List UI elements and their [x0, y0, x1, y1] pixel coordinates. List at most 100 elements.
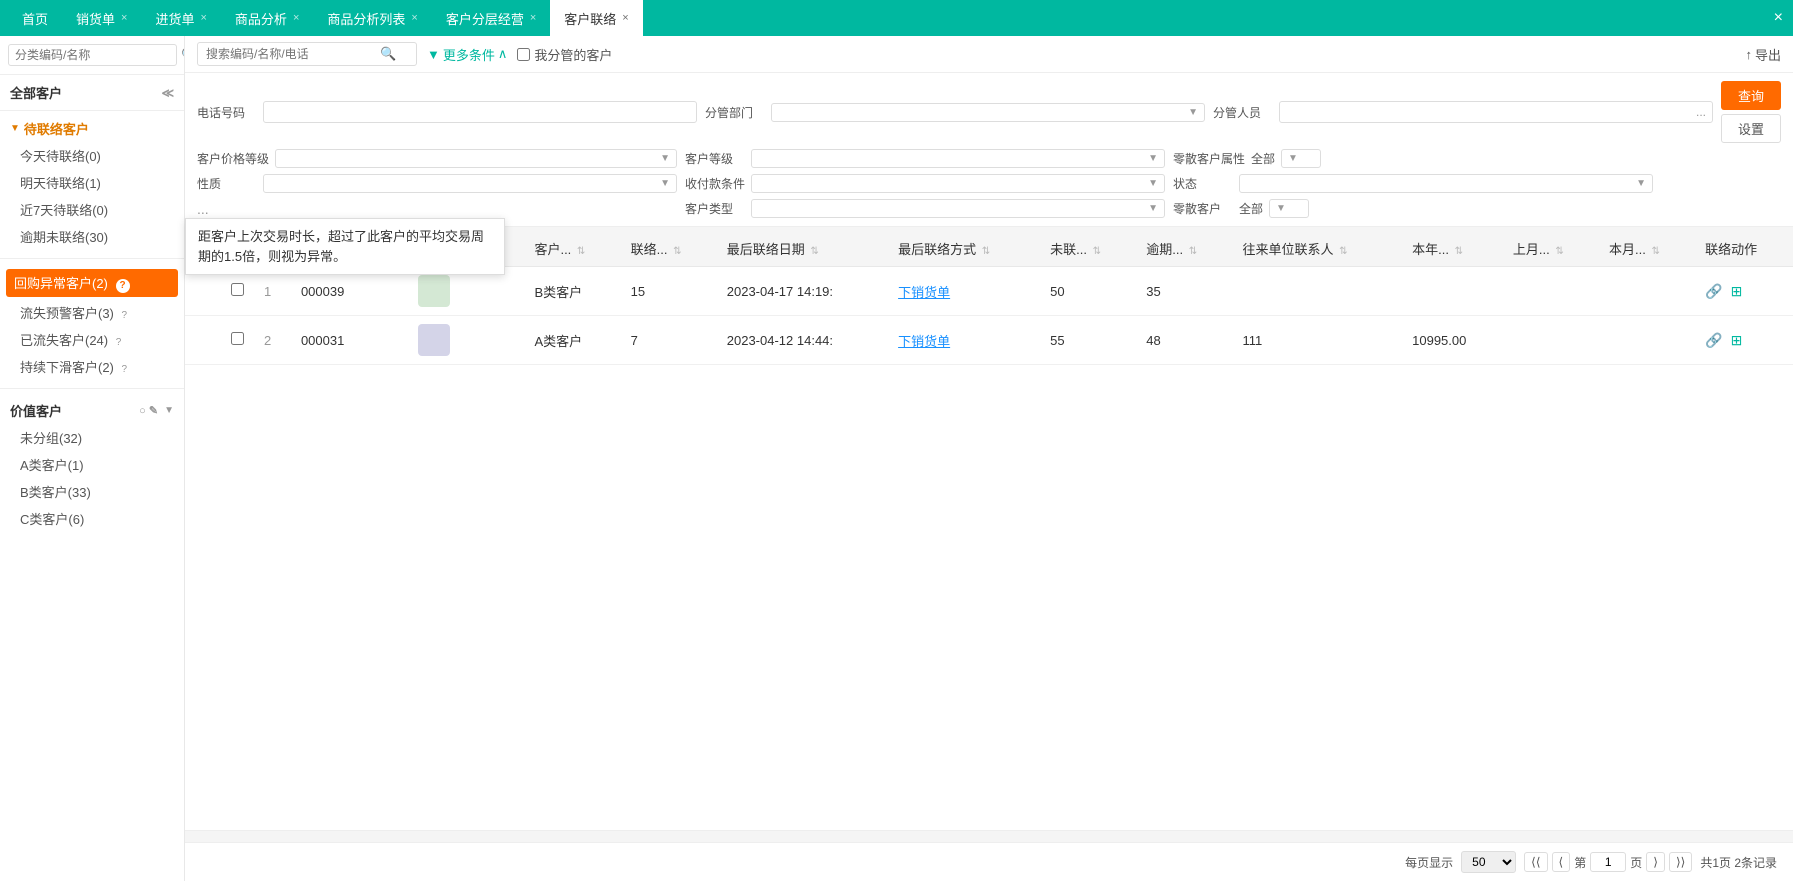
person-select[interactable]: ...: [1279, 101, 1713, 123]
sidebar-item-7days[interactable]: 近7天待联络(0): [0, 196, 184, 223]
row-actions: 🔗 ⊞: [1695, 316, 1793, 365]
nav-product-analysis-list[interactable]: 商品分析列表 ×: [313, 0, 431, 36]
price-level-select[interactable]: ▼: [275, 149, 677, 168]
gender-select[interactable]: ▼: [263, 174, 677, 193]
row-this-month: [1599, 267, 1695, 316]
action-grid-icon[interactable]: ⊞: [1731, 332, 1743, 349]
main-layout: 🔍 全部客户 ≪ ▼ 待联络客户 今天待联络(0) 明天待联络(1) 近7天待联…: [0, 36, 1793, 881]
close-product-analysis-tab[interactable]: ×: [293, 12, 299, 24]
col-action: 联络动作: [1695, 231, 1793, 267]
action-link-icon[interactable]: 🔗: [1705, 332, 1722, 349]
last-method-link[interactable]: 下销货单: [898, 285, 950, 300]
nav-customer-segment[interactable]: 客户分层经营 ×: [432, 0, 550, 36]
col-last-date[interactable]: 最后联络日期 ⇅: [717, 231, 888, 267]
col-contact[interactable]: 联络... ⇅: [621, 231, 717, 267]
last-method-link[interactable]: 下销货单: [898, 334, 950, 349]
row-checkbox[interactable]: [231, 332, 244, 345]
action-link-icon[interactable]: 🔗: [1705, 283, 1722, 300]
sidebar-item-repurchase[interactable]: 回购异常客户(2) ?: [6, 269, 178, 297]
nav-customer-contact[interactable]: 客户联络 ×: [550, 0, 642, 36]
close-sales-tab[interactable]: ×: [121, 12, 127, 24]
search-input-wrap: 🔍: [197, 42, 417, 66]
row-last-method: 下销货单: [888, 316, 1040, 365]
search-icon[interactable]: 🔍: [380, 46, 396, 62]
repurchase-info-icon: ?: [116, 279, 130, 293]
sidebar-item-a-class[interactable]: A类客户(1): [0, 451, 184, 478]
close-purchase-tab[interactable]: ×: [200, 12, 206, 24]
sidebar-item-today[interactable]: 今天待联络(0): [0, 142, 184, 169]
sidebar-item-c-class[interactable]: C类客户(6): [0, 505, 184, 532]
sidebar-search-input[interactable]: [8, 44, 177, 66]
row-overdue: 35: [1136, 267, 1232, 316]
close-customer-contact-tab[interactable]: ×: [622, 12, 628, 24]
col-unpaid[interactable]: 未联... ⇅: [1040, 231, 1136, 267]
row-level: A类客户: [524, 316, 620, 365]
customer-type-select[interactable]: ▼: [751, 199, 1165, 218]
nav-home[interactable]: 首页: [8, 0, 62, 36]
prev-page-btn[interactable]: ⟨: [1552, 852, 1571, 872]
row-checkbox[interactable]: [231, 283, 244, 296]
row-contact-person: [1232, 267, 1402, 316]
close-customer-segment-tab[interactable]: ×: [530, 12, 536, 24]
query-button[interactable]: 查询: [1721, 81, 1781, 110]
sidebar-collapse-btn[interactable]: ≪: [161, 86, 174, 100]
action-grid-icon[interactable]: ⊞: [1731, 283, 1743, 300]
row-this-year: 10995.00: [1402, 316, 1503, 365]
row-last-month: [1503, 316, 1599, 365]
next-page-btn[interactable]: ⟩: [1646, 852, 1665, 872]
value-group-title[interactable]: 价值客户 ○ ✎ ▼: [0, 397, 184, 424]
nav-sales[interactable]: 销货单 ×: [62, 0, 141, 36]
nav-product-analysis[interactable]: 商品分析 ×: [221, 0, 313, 36]
col-last-month[interactable]: 上月... ⇅: [1503, 231, 1599, 267]
customer-level-select[interactable]: ▼: [751, 149, 1165, 168]
export-button[interactable]: ↑ 导出: [1745, 45, 1781, 64]
sidebar-item-loss-warning[interactable]: 流失预警客户(3) ?: [0, 299, 184, 326]
row-contact: 7: [621, 316, 717, 365]
col-level[interactable]: 客户... ⇅: [524, 231, 620, 267]
col-contact-person[interactable]: 往来单位联系人 ⇅: [1232, 231, 1402, 267]
value-group-edit[interactable]: ○ ✎: [139, 404, 158, 417]
col-last-method[interactable]: 最后联络方式 ⇅: [888, 231, 1040, 267]
sidebar: 🔍 全部客户 ≪ ▼ 待联络客户 今天待联络(0) 明天待联络(1) 近7天待联…: [0, 36, 185, 881]
sidebar-all-customers-header[interactable]: 全部客户 ≪: [0, 75, 184, 111]
horizontal-scrollbar[interactable]: [185, 830, 1793, 842]
window-close-button[interactable]: ×: [1774, 9, 1783, 27]
status-select[interactable]: ▼: [1239, 174, 1653, 193]
row-actions: 🔗 ⊞: [1695, 267, 1793, 316]
filter-dept: 分管部门 ▼: [705, 103, 1205, 122]
col-overdue[interactable]: 逾期... ⇅: [1136, 231, 1232, 267]
filter-gender: 性质 ▼: [197, 174, 677, 193]
per-page-select[interactable]: 50 100 200: [1461, 851, 1516, 873]
row-overdue: 48: [1136, 316, 1232, 365]
dept-select[interactable]: ▼: [771, 103, 1205, 122]
content-area: 🔍 ▼ 更多条件 ∧ 我分管的客户 ↑ 导出 电话号码: [185, 36, 1793, 881]
retail-attr-select[interactable]: ▼: [1281, 149, 1321, 168]
sidebar-item-b-class[interactable]: B类客户(33): [0, 478, 184, 505]
more-conditions-btn[interactable]: ▼ 更多条件 ∧: [427, 45, 507, 64]
page-number-input[interactable]: [1590, 852, 1626, 872]
sidebar-item-declining[interactable]: 持续下滑客户(2) ?: [0, 353, 184, 380]
last-page-btn[interactable]: ⟩⟩: [1669, 852, 1692, 872]
first-page-btn[interactable]: ⟨⟨: [1524, 852, 1547, 872]
sidebar-item-tomorrow[interactable]: 明天待联络(1): [0, 169, 184, 196]
filter-pay-condition: 收付款条件 ▼: [685, 174, 1165, 193]
pending-group-title[interactable]: ▼ 待联络客户: [0, 115, 184, 142]
search-input[interactable]: [206, 47, 376, 61]
dots-menu-btn[interactable]: ...: [197, 201, 209, 217]
pending-section: ▼ 待联络客户 今天待联络(0) 明天待联络(1) 近7天待联络(0) 逾期未联…: [0, 111, 184, 254]
nav-purchase[interactable]: 进货单 ×: [141, 0, 220, 36]
col-this-year[interactable]: 本年... ⇅: [1402, 231, 1503, 267]
settings-button[interactable]: 设置: [1721, 114, 1781, 143]
sidebar-item-overdue[interactable]: 逾期未联络(30): [0, 223, 184, 250]
phone-input[interactable]: [263, 101, 697, 123]
row-contact: 15: [621, 267, 717, 316]
row-unpaid: 55: [1040, 316, 1136, 365]
retail-customer-select[interactable]: ▼: [1269, 199, 1309, 218]
my-customers-checkbox[interactable]: [517, 48, 530, 61]
pay-condition-select[interactable]: ▼: [751, 174, 1165, 193]
loss-warning-info: ?: [122, 310, 128, 321]
sidebar-item-lost[interactable]: 已流失客户(24) ?: [0, 326, 184, 353]
col-this-month[interactable]: 本月... ⇅: [1599, 231, 1695, 267]
close-product-list-tab[interactable]: ×: [411, 12, 417, 24]
sidebar-item-unclassified[interactable]: 未分组(32): [0, 424, 184, 451]
